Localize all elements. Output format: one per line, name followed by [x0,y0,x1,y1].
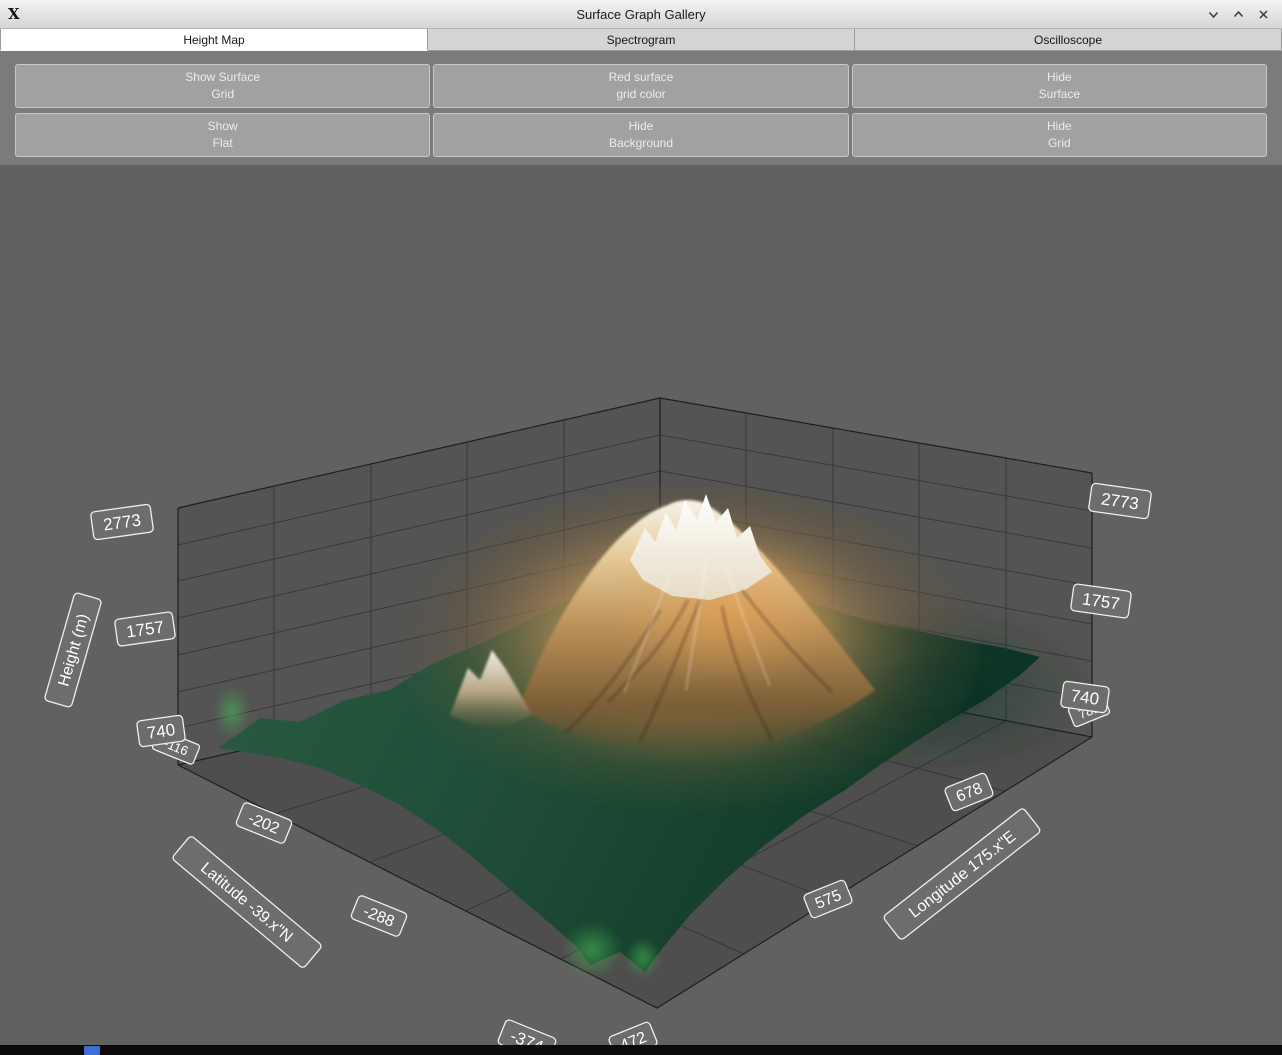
maximize-icon[interactable] [1232,8,1245,21]
minimize-icon[interactable] [1207,8,1220,21]
window-controls [1207,8,1282,21]
svg-text:740: 740 [1070,686,1101,709]
latitude-tick-288: -288 [350,895,408,938]
height-tick-left-1757: 1757 [114,612,175,647]
hide-surface-button[interactable]: Hide Surface [852,64,1267,108]
tab-oscilloscope[interactable]: Oscilloscope [855,29,1282,51]
app-icon: X [8,5,20,23]
toolbar: Show Surface Grid Red surface grid color… [0,51,1282,165]
svg-text:Latitude -39.x"N: Latitude -39.x"N [197,860,295,946]
height-tick-right-2773: 2773 [1088,483,1151,519]
height-tick-right-740: 740 [1060,681,1109,713]
window-title: Surface Graph Gallery [0,7,1282,22]
height-axis-title: Height (m) [44,592,102,707]
close-icon[interactable] [1257,8,1270,21]
tab-bar: Height Map Spectrogram Oscilloscope [0,29,1282,51]
tab-spectrogram[interactable]: Spectrogram [428,29,855,51]
titlebar: X Surface Graph Gallery [0,0,1282,29]
hide-background-button[interactable]: Hide Background [433,113,848,157]
height-tick-left-740: 740 [136,715,185,747]
taskbar[interactable] [0,1045,1282,1055]
taskbar-app-indicator[interactable] [84,1046,100,1055]
height-tick-left-2773: 2773 [90,504,153,540]
hide-grid-button[interactable]: Hide Grid [852,113,1267,157]
show-flat-button[interactable]: Show Flat [15,113,430,157]
show-surface-grid-button[interactable]: Show Surface Grid [15,64,430,108]
svg-text:740: 740 [146,720,177,743]
surface-grid-color-button[interactable]: Red surface grid color [433,64,848,108]
latitude-axis-title: Latitude -39.x"N [171,835,322,969]
tab-height-map[interactable]: Height Map [0,29,428,51]
